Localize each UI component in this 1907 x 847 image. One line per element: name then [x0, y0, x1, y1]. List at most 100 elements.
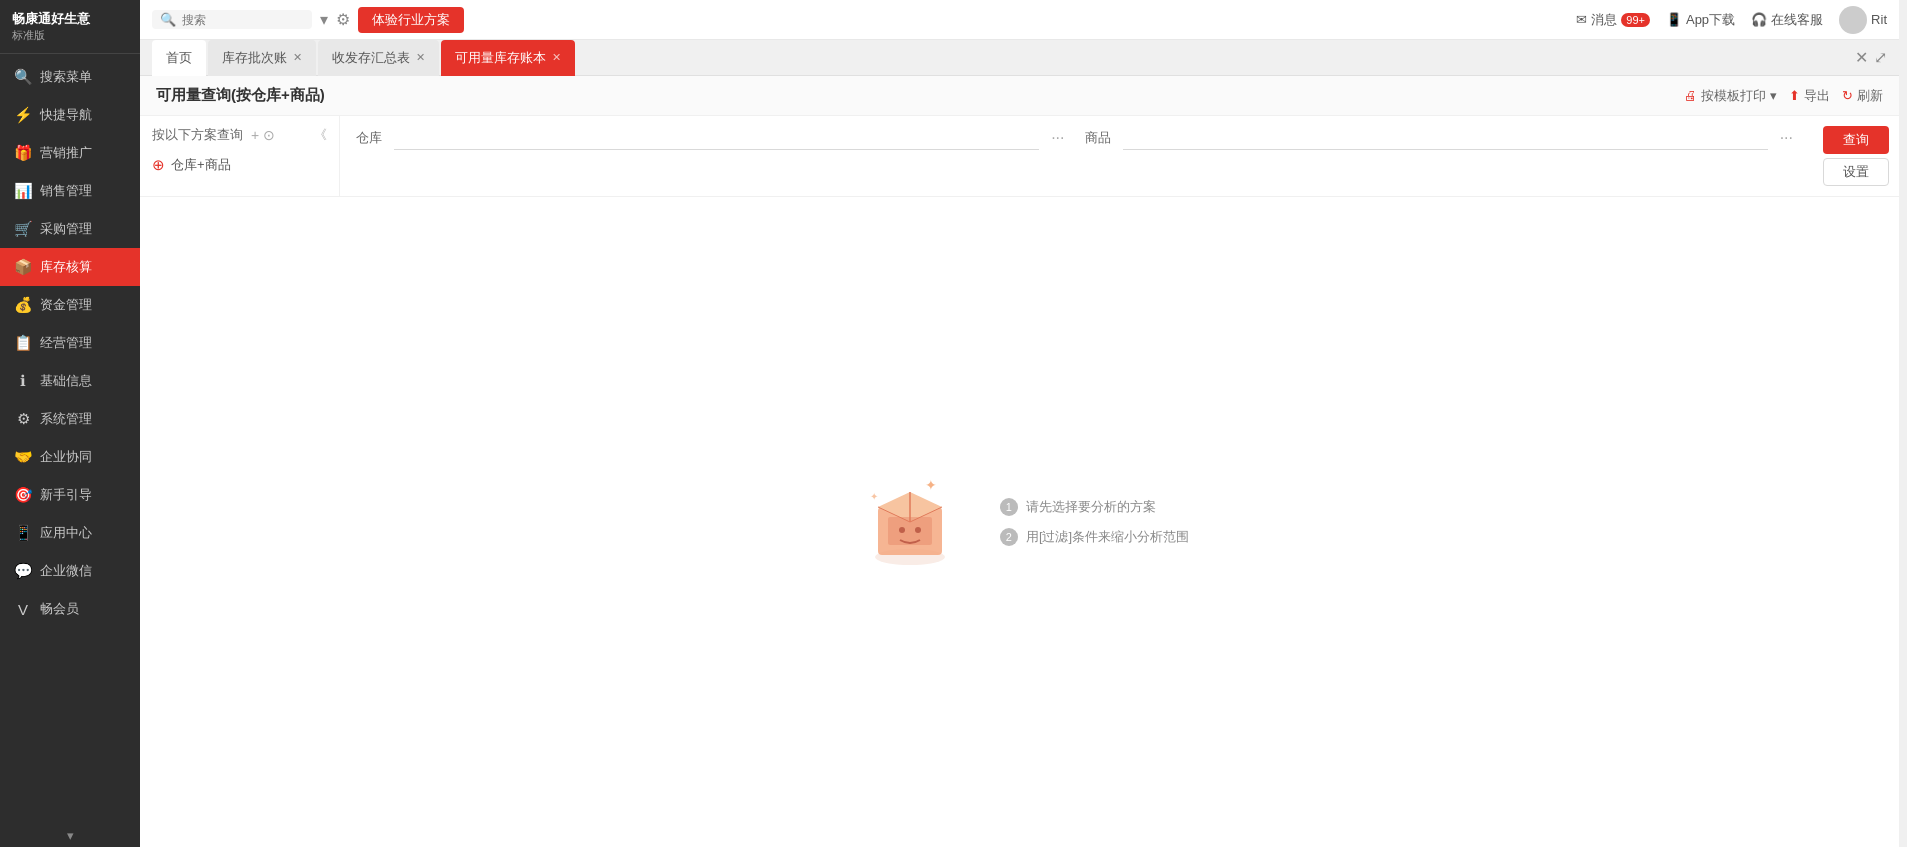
goods-input[interactable]	[1123, 126, 1768, 150]
sidebar-icon-8: ℹ	[14, 372, 32, 390]
scheme-item-icon: ⊕	[152, 156, 165, 174]
tip-number-1: 1	[1000, 498, 1018, 516]
print-label: 按模板打印	[1701, 87, 1766, 105]
tab-close-1[interactable]: ✕	[293, 51, 302, 64]
topbar-gear-icon[interactable]: ⚙	[336, 10, 350, 29]
svg-point-7	[899, 527, 905, 533]
sidebar-item-新手引导[interactable]: 🎯新手引导	[0, 476, 140, 514]
online-service-button[interactable]: 🎧 在线客服	[1751, 11, 1823, 29]
refresh-button[interactable]: ↻ 刷新	[1842, 87, 1883, 105]
message-label: 消息	[1591, 11, 1617, 29]
sidebar-label-4: 采购管理	[40, 220, 92, 238]
sidebar-label-13: 企业微信	[40, 562, 92, 580]
sidebar-scroll-down[interactable]: ▾	[0, 824, 140, 847]
sidebar-item-采购管理[interactable]: 🛒 采购管理	[0, 210, 140, 248]
settings-button[interactable]: 设置	[1823, 158, 1889, 186]
filter-row: 仓库 ··· 商品 ···	[356, 126, 1797, 150]
tab-收发存汇总表[interactable]: 收发存汇总表✕	[318, 40, 439, 76]
sidebar-item-系统管理[interactable]: ⚙系统管理	[0, 400, 140, 438]
close-page-button[interactable]: ✕	[1855, 48, 1868, 67]
sidebar-label-14: 畅会员	[40, 600, 79, 618]
goods-filter-field: 商品 ···	[1085, 126, 1798, 150]
brand-name: 畅康通好生意	[12, 10, 128, 28]
warehouse-filter-field: 仓库 ···	[356, 126, 1069, 150]
search-icon: 🔍	[160, 12, 176, 27]
sidebar-icon-1: ⚡	[14, 106, 32, 124]
mobile-icon: 📱	[1666, 12, 1682, 27]
sidebar-item-营销推广[interactable]: 🎁营销推广	[0, 134, 140, 172]
svg-point-8	[915, 527, 921, 533]
refresh-icon: ↻	[1842, 88, 1853, 103]
tab-label-1: 库存批次账	[222, 49, 287, 67]
tab-首页[interactable]: 首页	[152, 40, 206, 76]
sidebar-label-0: 搜索菜单	[40, 68, 92, 86]
svg-text:✦: ✦	[870, 491, 878, 502]
brand-version: 标准版	[12, 28, 128, 43]
warehouse-input[interactable]	[394, 126, 1039, 150]
expand-button[interactable]: ⤢	[1874, 48, 1887, 67]
print-dropdown-icon[interactable]: ▾	[1770, 88, 1777, 103]
topbar-right: ✉ 消息 99+ 📱 App下载 🎧 在线客服 Rit	[1576, 6, 1887, 34]
empty-state: ✦ ✦ 1 请先选择要分析的方案 2 用[过滤]条件来缩小分析范围	[140, 197, 1899, 847]
tip-number-2: 2	[1000, 528, 1018, 546]
trial-button[interactable]: 体验行业方案	[358, 7, 464, 33]
topbar: 🔍 ▾ ⚙ 体验行业方案 ✉ 消息 99+ 📱 App下载 🎧 在线客服 Rit	[140, 0, 1899, 40]
scheme-panel-header: 按以下方案查询 + ⊙ 《	[140, 126, 339, 150]
sidebar-item-应用中心[interactable]: 📱应用中心	[0, 514, 140, 552]
message-button[interactable]: ✉ 消息 99+	[1576, 11, 1650, 29]
add-scheme-button[interactable]: +	[251, 127, 259, 143]
sidebar-item-销售管理[interactable]: 📊销售管理	[0, 172, 140, 210]
sidebar-item-资金管理[interactable]: 💰资金管理	[0, 286, 140, 324]
empty-tip-2: 2 用[过滤]条件来缩小分析范围	[1000, 528, 1189, 546]
search-input[interactable]	[182, 13, 302, 27]
collapse-scheme-button[interactable]: 《	[314, 126, 327, 144]
sidebar-item-基础信息[interactable]: ℹ基础信息	[0, 362, 140, 400]
sidebar-item-企业微信[interactable]: 💬 企业微信	[0, 552, 140, 590]
tab-库存批次账[interactable]: 库存批次账 ✕	[208, 40, 316, 76]
sidebar-icon-3: 📊	[14, 182, 32, 200]
sidebar-icon-13: 💬	[14, 562, 32, 580]
sidebar-item-企业协同[interactable]: 🤝企业协同	[0, 438, 140, 476]
sidebar-nav: 🔍搜索菜单 ⚡ 快捷导航 🎁营销推广📊销售管理 🛒 采购管理 📦 库存核算 💰资金管理📋经营管理…	[0, 54, 140, 824]
sidebar-icon-6: 💰	[14, 296, 32, 314]
empty-tip-1: 1 请先选择要分析的方案	[1000, 498, 1189, 516]
goods-more-button[interactable]: ···	[1776, 129, 1797, 147]
export-label: 导出	[1804, 87, 1830, 105]
app-download-label: App下载	[1686, 11, 1735, 29]
page-header-actions: 🖨 按模板打印 ▾ ⬆ 导出 ↻ 刷新	[1684, 87, 1883, 105]
tabs-bar: 首页库存批次账✕收发存汇总表✕可用量库存账本✕ ✕ ⤢	[140, 40, 1899, 76]
page-header: 可用量查询(按仓库+商品) 🖨 按模板打印 ▾ ⬆ 导出 ↻ 刷新	[140, 76, 1899, 116]
sidebar-icon-4: 🛒	[14, 220, 32, 238]
page-title: 可用量查询(按仓库+商品)	[156, 86, 325, 105]
sidebar-label-1: 快捷导航	[40, 106, 92, 124]
sidebar-icon-7: 📋	[14, 334, 32, 352]
sidebar-item-畅会员[interactable]: V畅会员	[0, 590, 140, 628]
warehouse-label: 仓库	[356, 129, 386, 147]
sidebar-icon-12: 📱	[14, 524, 32, 542]
sidebar-item-库存核算[interactable]: 📦 库存核算	[0, 248, 140, 286]
sidebar-item-搜索菜单[interactable]: 🔍搜索菜单	[0, 58, 140, 96]
tab-close-2[interactable]: ✕	[416, 51, 425, 64]
topbar-dropdown-icon[interactable]: ▾	[320, 10, 328, 29]
sidebar-label-5: 库存核算	[40, 258, 92, 276]
goods-label: 商品	[1085, 129, 1115, 147]
sidebar: 畅康通好生意 标准版 🔍搜索菜单 ⚡ 快捷导航 🎁营销推广📊销售管理 🛒 采购管理 📦 库存核…	[0, 0, 140, 847]
query-button[interactable]: 查询	[1823, 126, 1889, 154]
sidebar-header: 畅康通好生意 标准版	[0, 0, 140, 54]
scheme-panel-label: 按以下方案查询	[152, 126, 243, 144]
tip-text-2: 用[过滤]条件来缩小分析范围	[1026, 528, 1189, 546]
app-download-button[interactable]: 📱 App下载	[1666, 11, 1735, 29]
sidebar-icon-5: 📦	[14, 258, 32, 276]
user-avatar-area[interactable]: Rit	[1839, 6, 1887, 34]
scheme-item-warehouse-goods[interactable]: ⊕ 仓库+商品	[140, 150, 339, 180]
print-button[interactable]: 🖨 按模板打印 ▾	[1684, 87, 1777, 105]
warehouse-more-button[interactable]: ···	[1047, 129, 1068, 147]
export-button[interactable]: ⬆ 导出	[1789, 87, 1830, 105]
sidebar-item-经营管理[interactable]: 📋经营管理	[0, 324, 140, 362]
sidebar-item-快捷导航[interactable]: ⚡ 快捷导航	[0, 96, 140, 134]
tab-close-3[interactable]: ✕	[552, 51, 561, 64]
tab-可用量库存账本[interactable]: 可用量库存账本✕	[441, 40, 575, 76]
settings-scheme-button[interactable]: ⊙	[263, 127, 275, 143]
sidebar-label-2: 营销推广	[40, 144, 92, 162]
topbar-search-box[interactable]: 🔍	[152, 10, 312, 29]
